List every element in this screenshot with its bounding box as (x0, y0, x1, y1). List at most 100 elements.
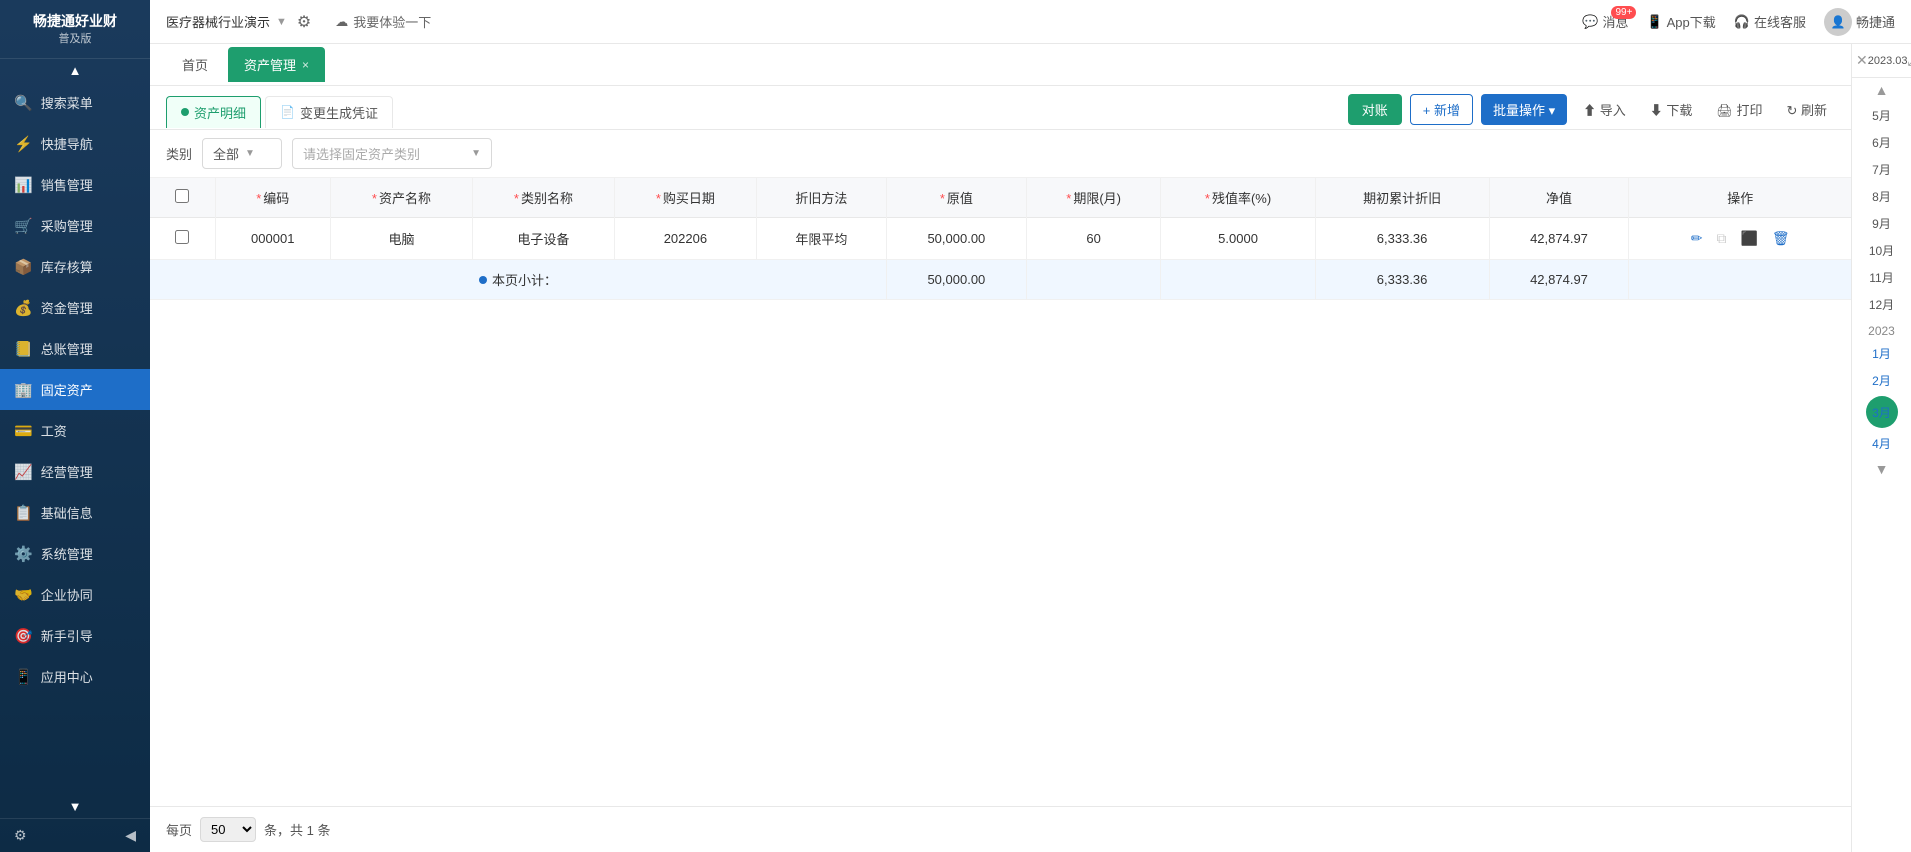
download-icon: 📱 (1646, 14, 1662, 30)
sidebar-scroll-up[interactable]: ▲ (0, 59, 150, 82)
sidebar-item-business[interactable]: 📈 经营管理 (0, 451, 150, 492)
content-area: 首页资产管理 × 资产明细📄 变更生成凭证 对账+ 新增批量操作 ▾⬆ 导入⬇ … (150, 44, 1911, 852)
app-download-action[interactable]: 📱 App下载 (1646, 12, 1715, 31)
category-select[interactable]: 全部 ▼ (202, 138, 282, 169)
sidebar-item-inventory[interactable]: 📦 库存核算 (0, 246, 150, 287)
cell-original_value: 50,000.00 (886, 218, 1026, 260)
right-sidebar: ✕ 2023.03 ⤢ ▲5月6月7月8月9月10月11月12月20231月2月… (1851, 44, 1911, 852)
sales-icon: 📊 (14, 176, 33, 194)
sidebar-item-search[interactable]: 🔍 搜索菜单 (0, 82, 150, 123)
col-name: *资产名称 (330, 178, 472, 218)
cal-prev-month[interactable]: 11月 (1852, 264, 1911, 291)
collapse-icon[interactable]: ◀ (125, 827, 136, 844)
sidebar-item-basic-info[interactable]: 📋 基础信息 (0, 492, 150, 533)
sidebar-item-label: 系统管理 (41, 544, 93, 563)
tabs-bar: 首页资产管理 × (150, 44, 1851, 86)
required-mark: * (1066, 191, 1071, 206)
sub-tab-asset-detail[interactable]: 资产明细 (166, 96, 261, 128)
col-net_value: 净值 (1489, 178, 1629, 218)
more-btn[interactable]: ⬛ (1736, 228, 1761, 249)
col-actions: 操作 (1629, 178, 1851, 218)
tab-home[interactable]: 首页 (166, 47, 224, 82)
cal-month-3[interactable]: 3月 (1866, 396, 1898, 428)
app-logo[interactable]: 畅捷通好业财 普及版 (0, 0, 150, 59)
sidebar-item-cooperation[interactable]: 🤝 企业协同 (0, 574, 150, 615)
cal-prev-month[interactable]: 8月 (1852, 183, 1911, 210)
sidebar-item-label: 企业协同 (41, 585, 93, 604)
sidebar-item-general-ledger[interactable]: 📒 总账管理 (0, 328, 150, 369)
download-btn[interactable]: ⬇ 下载 (1642, 94, 1701, 125)
sidebar-item-app-center[interactable]: 📱 应用中心 (0, 656, 150, 697)
cal-down-btn[interactable]: ▼ (1852, 457, 1911, 481)
user-action[interactable]: 👤 畅捷通 (1824, 8, 1895, 36)
rs-expand-btn[interactable]: ⤢ (1908, 52, 1911, 69)
row-checkbox[interactable] (175, 230, 189, 244)
required-mark: * (514, 191, 519, 206)
quick-nav-icon: ⚡ (14, 135, 33, 153)
col-accumulated_depreciation: 期初累计折旧 (1315, 178, 1489, 218)
sidebar-item-label: 搜索菜单 (41, 93, 93, 112)
cell-name: 电脑 (330, 218, 472, 260)
import-btn[interactable]: ⬆ 导入 (1575, 94, 1634, 125)
sidebar-item-system[interactable]: ⚙️ 系统管理 (0, 533, 150, 574)
cal-prev-month[interactable]: 10月 (1852, 237, 1911, 264)
toolbar-right-area: 对账 + 新增批量操作 ▾ ⬆ 导入 ⬇ 下载🖨 打印 ↻ 刷新 (1348, 94, 1835, 129)
cal-prev-month[interactable]: 12月 (1852, 291, 1911, 318)
sidebar-item-quick-nav[interactable]: ⚡ 快捷导航 (0, 123, 150, 164)
sidebar-scroll-down[interactable]: ▼ (0, 795, 150, 818)
col-period: *期限(月) (1026, 178, 1161, 218)
cal-prev-month[interactable]: 9月 (1852, 210, 1911, 237)
sub-tab-dot (181, 108, 189, 116)
experience-btn[interactable]: ☁ 我要体验一下 (327, 8, 439, 35)
reconcile-btn[interactable]: 对账 (1348, 94, 1402, 125)
cal-month-2[interactable]: 2月 (1852, 367, 1911, 394)
cell-code: 000001 (215, 218, 330, 260)
sidebar-item-payroll[interactable]: 💳 工资 (0, 410, 150, 451)
page-size-select[interactable]: 102050100 (200, 817, 256, 842)
inventory-icon: 📦 (14, 258, 33, 276)
tab-close-btn[interactable]: × (302, 58, 309, 72)
print-btn[interactable]: 🖨 打印 (1708, 94, 1770, 125)
company-chevron: ▼ (276, 16, 287, 28)
category-input[interactable]: 请选择固定资产类别 ▼ (292, 138, 492, 169)
subtotal-actions (1629, 260, 1851, 300)
category-chevron: ▼ (245, 148, 255, 159)
cal-prev-month[interactable]: 7月 (1852, 156, 1911, 183)
new-btn[interactable]: + 新增 (1410, 94, 1473, 125)
assets-table: *编码*资产名称*类别名称*购买日期折旧方法*原值*期限(月)*残值率(%)期初… (150, 178, 1851, 300)
cal-month-1[interactable]: 1月 (1852, 340, 1911, 367)
copy-btn[interactable]: ⧉ (1712, 228, 1730, 249)
sidebar-item-guide[interactable]: 🎯 新手引导 (0, 615, 150, 656)
online-service-action[interactable]: 🎧 在线客服 (1734, 12, 1806, 31)
avatar: 👤 (1824, 8, 1852, 36)
cell-purchase_date: 202206 (614, 218, 756, 260)
app-center-icon: 📱 (14, 668, 33, 686)
rs-close-btn[interactable]: ✕ (1856, 52, 1868, 69)
message-icon: 💬 (1582, 14, 1598, 30)
company-selector[interactable]: 医疗器械行业演示 ▼ (166, 12, 287, 31)
cell-period: 60 (1026, 218, 1161, 260)
guide-icon: 🎯 (14, 627, 33, 645)
cal-prev-month[interactable]: 6月 (1852, 129, 1911, 156)
company-settings-icon[interactable]: ⚙ (297, 12, 311, 32)
cal-prev-month[interactable]: 5月 (1852, 102, 1911, 129)
settings-icon[interactable]: ⚙ (14, 827, 27, 844)
sidebar-item-purchase[interactable]: 🛒 采购管理 (0, 205, 150, 246)
tab-asset-manage[interactable]: 资产管理 × (228, 47, 325, 82)
delete-btn[interactable]: 🗑 (1768, 228, 1794, 249)
sidebar-item-funds[interactable]: 💰 资金管理 (0, 287, 150, 328)
cal-up-btn[interactable]: ▲ (1852, 78, 1911, 102)
cal-month-4[interactable]: 4月 (1852, 430, 1911, 457)
edit-btn[interactable]: ✏ (1687, 228, 1707, 249)
batch-btn[interactable]: 批量操作 ▾ (1481, 94, 1567, 125)
sub-tab-change-voucher[interactable]: 📄 变更生成凭证 (265, 96, 393, 128)
messages-action[interactable]: 💬 消息 99+ (1582, 12, 1628, 31)
subtotal-residual (1161, 260, 1315, 300)
refresh-btn[interactable]: ↻ 刷新 (1778, 94, 1835, 125)
select-all-checkbox[interactable] (175, 189, 189, 203)
sidebar-item-fixed-assets[interactable]: 🏢 固定资产 (0, 369, 150, 410)
fixed-assets-icon: 🏢 (14, 381, 33, 399)
tab-label: 资产管理 (244, 55, 296, 74)
sidebar-item-sales[interactable]: 📊 销售管理 (0, 164, 150, 205)
cloud-icon: ☁ (335, 14, 348, 30)
